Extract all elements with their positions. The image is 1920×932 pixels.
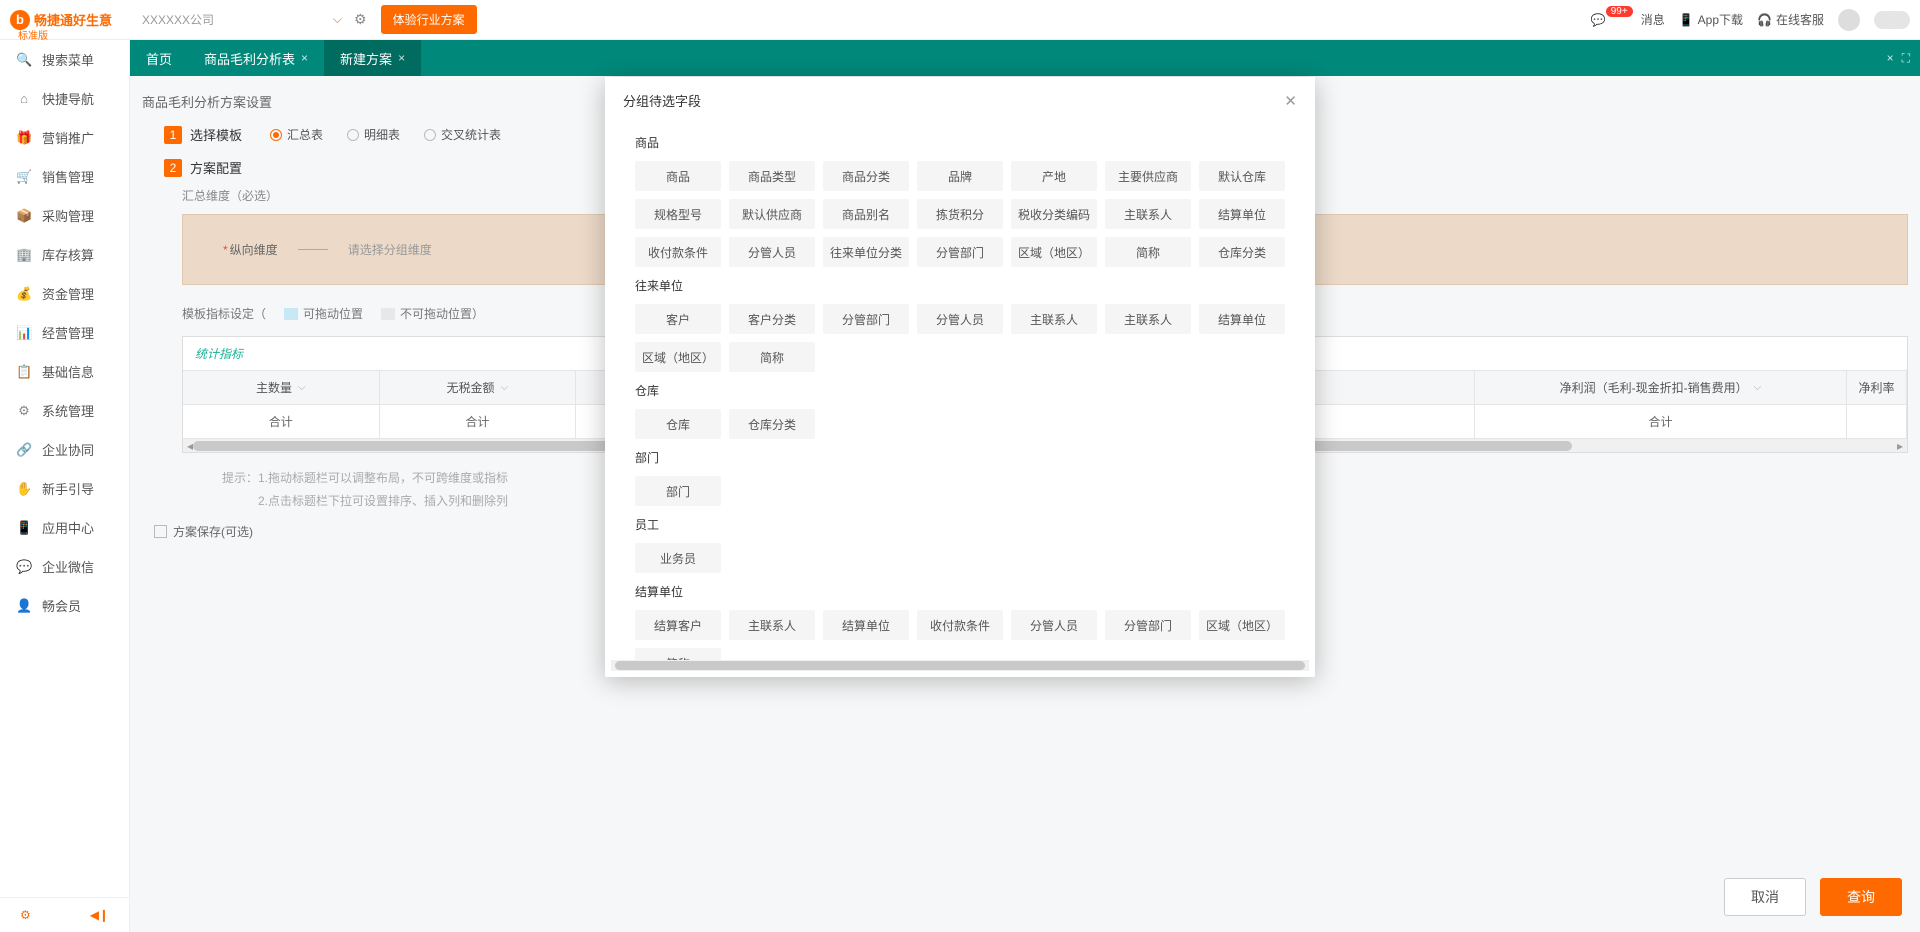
modal-close-icon[interactable]: ✕: [1284, 92, 1297, 110]
field-option[interactable]: 区域（地区）: [1199, 610, 1285, 640]
field-option[interactable]: 主要供应商: [1105, 161, 1191, 191]
field-option[interactable]: 主联系人: [1011, 304, 1097, 334]
field-option[interactable]: 默认仓库: [1199, 161, 1285, 191]
field-option[interactable]: 品牌: [917, 161, 1003, 191]
field-option[interactable]: 结算单位: [1199, 199, 1285, 229]
group-title-warehouse: 仓库: [635, 382, 1297, 399]
field-option[interactable]: 结算客户: [635, 610, 721, 640]
field-option[interactable]: 简称: [729, 342, 815, 372]
field-option[interactable]: 部门: [635, 476, 721, 506]
field-option[interactable]: 主联系人: [1105, 304, 1191, 334]
field-option[interactable]: 主联系人: [729, 610, 815, 640]
field-option[interactable]: 仓库分类: [1199, 237, 1285, 267]
field-option[interactable]: 仓库: [635, 409, 721, 439]
group-title-product: 商品: [635, 134, 1297, 151]
field-option[interactable]: 业务员: [635, 543, 721, 573]
field-option[interactable]: 简称: [635, 648, 721, 660]
field-option[interactable]: 结算单位: [823, 610, 909, 640]
field-option[interactable]: 仓库分类: [729, 409, 815, 439]
field-option[interactable]: 简称: [1105, 237, 1191, 267]
field-option[interactable]: 分管部门: [823, 304, 909, 334]
field-option[interactable]: 商品别名: [823, 199, 909, 229]
field-option[interactable]: 区域（地区）: [1011, 237, 1097, 267]
field-option[interactable]: 默认供应商: [729, 199, 815, 229]
field-option[interactable]: 拣货积分: [917, 199, 1003, 229]
field-option[interactable]: 往来单位分类: [823, 237, 909, 267]
modal-body: 商品 商品商品类型商品分类品牌产地主要供应商默认仓库规格型号默认供应商商品别名拣…: [605, 124, 1315, 660]
field-picker-modal: 分组待选字段 ✕ 商品 商品商品类型商品分类品牌产地主要供应商默认仓库规格型号默…: [605, 77, 1315, 677]
field-option[interactable]: 商品分类: [823, 161, 909, 191]
field-option[interactable]: 规格型号: [635, 199, 721, 229]
group-title-dept: 部门: [635, 449, 1297, 466]
scroll-thumb[interactable]: [615, 661, 1305, 670]
field-option[interactable]: 商品: [635, 161, 721, 191]
field-option[interactable]: 客户: [635, 304, 721, 334]
field-option[interactable]: 收付款条件: [917, 610, 1003, 640]
field-option[interactable]: 主联系人: [1105, 199, 1191, 229]
field-option[interactable]: 分管部门: [917, 237, 1003, 267]
field-option[interactable]: 分管部门: [1105, 610, 1191, 640]
group-title-settle: 结算单位: [635, 583, 1297, 600]
modal-title: 分组待选字段: [623, 91, 701, 110]
field-option[interactable]: 结算单位: [1199, 304, 1285, 334]
modal-horizontal-scrollbar[interactable]: [611, 660, 1309, 671]
field-option[interactable]: 产地: [1011, 161, 1097, 191]
group-title-partner: 往来单位: [635, 277, 1297, 294]
field-option[interactable]: 分管人员: [917, 304, 1003, 334]
field-option[interactable]: 分管人员: [729, 237, 815, 267]
field-option[interactable]: 收付款条件: [635, 237, 721, 267]
field-option[interactable]: 客户分类: [729, 304, 815, 334]
field-option[interactable]: 区域（地区）: [635, 342, 721, 372]
field-option[interactable]: 税收分类编码: [1011, 199, 1097, 229]
field-option[interactable]: 商品类型: [729, 161, 815, 191]
field-option[interactable]: 分管人员: [1011, 610, 1097, 640]
group-title-employee: 员工: [635, 516, 1297, 533]
